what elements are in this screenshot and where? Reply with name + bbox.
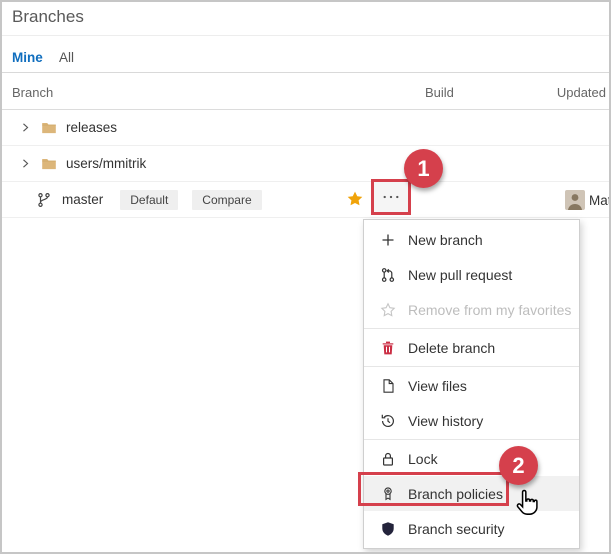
git-branch-icon — [36, 192, 52, 208]
menu-item-remove-favorites: Remove from my favorites — [364, 292, 579, 327]
menu-item-view-files[interactable]: View files — [364, 368, 579, 403]
menu-item-label: Lock — [408, 450, 438, 467]
avatar — [565, 190, 585, 210]
folder-name[interactable]: users/mmitrik — [66, 156, 146, 171]
column-header-branch: Branch — [12, 85, 54, 100]
column-header-build: Build — [425, 85, 454, 100]
history-icon — [380, 413, 396, 429]
tab-all[interactable]: All — [59, 50, 74, 65]
branches-page: Branches Mine All Branch Build Updated r… — [0, 0, 611, 554]
menu-separator — [364, 328, 579, 329]
menu-item-label: Remove from my favorites — [408, 301, 572, 318]
menu-separator — [364, 439, 579, 440]
default-badge: Default — [120, 189, 179, 210]
annotation-box-1 — [371, 179, 411, 215]
table-row-releases[interactable]: releases — [2, 110, 609, 146]
menu-item-label: New branch — [408, 231, 483, 248]
tabbar-divider — [2, 72, 609, 73]
updated-by-name[interactable]: Matt — [589, 193, 609, 208]
annotation-step-1: 1 — [404, 149, 443, 188]
table-row-users-mmitrik[interactable]: users/mmitrik — [2, 146, 609, 182]
trash-icon — [380, 340, 396, 356]
table-row-master[interactable]: master Default Compare — [2, 182, 609, 218]
menu-separator — [364, 366, 579, 367]
compare-badge[interactable]: Compare — [192, 189, 262, 210]
file-icon — [380, 378, 396, 394]
chevron-right-icon[interactable] — [19, 157, 32, 170]
menu-item-label: Branch security — [408, 520, 505, 537]
folder-icon — [41, 156, 57, 172]
menu-item-label: New pull request — [408, 266, 513, 283]
menu-item-label: Branch policies — [408, 485, 503, 502]
menu-item-branch-security[interactable]: Branch security — [364, 511, 579, 546]
plus-icon — [380, 232, 396, 248]
branch-context-menu: New branch New pull request Remove from … — [363, 219, 580, 549]
lock-icon — [380, 451, 396, 467]
menu-item-new-pull-request[interactable]: New pull request — [364, 257, 579, 292]
menu-item-label: Delete branch — [408, 339, 496, 356]
tab-mine[interactable]: Mine — [12, 50, 43, 65]
menu-item-view-history[interactable]: View history — [364, 403, 579, 438]
star-outline-icon — [380, 302, 396, 318]
folder-name[interactable]: releases — [66, 120, 117, 135]
more-actions-icon[interactable] — [382, 193, 400, 201]
favorite-star-icon[interactable] — [346, 190, 364, 208]
menu-item-branch-policies[interactable]: Branch policies — [364, 476, 579, 511]
menu-item-label: View files — [408, 377, 467, 394]
pull-request-icon — [380, 267, 396, 283]
page-title: Branches — [12, 7, 84, 26]
policy-ribbon-icon — [380, 486, 396, 502]
chevron-right-icon[interactable] — [19, 121, 32, 134]
shield-icon — [380, 521, 396, 537]
title-divider — [2, 35, 609, 36]
branch-name[interactable]: master — [62, 192, 103, 207]
folder-icon — [41, 120, 57, 136]
column-header-updated: Updated — [556, 85, 606, 100]
menu-item-new-branch[interactable]: New branch — [364, 222, 579, 257]
hand-cursor-icon — [513, 488, 541, 521]
menu-item-delete-branch[interactable]: Delete branch — [364, 330, 579, 365]
annotation-step-2: 2 — [499, 446, 538, 485]
menu-item-label: View history — [408, 412, 484, 429]
menu-item-lock[interactable]: Lock — [364, 441, 579, 476]
